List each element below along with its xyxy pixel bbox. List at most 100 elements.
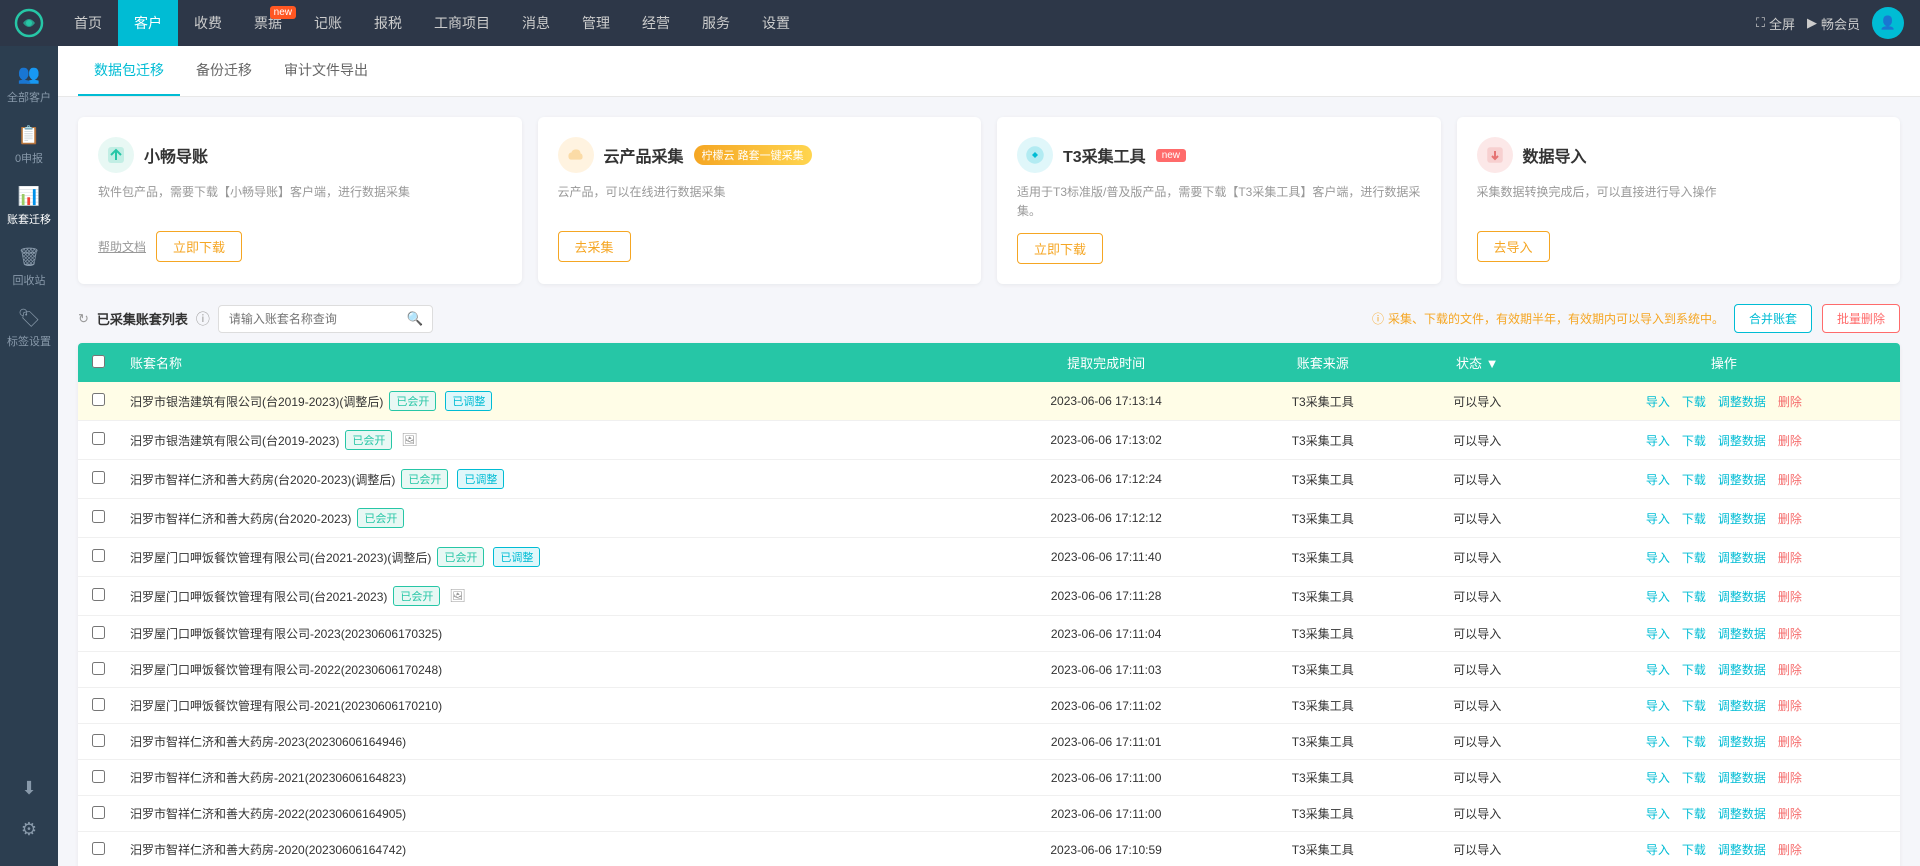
download-action[interactable]: 下载 xyxy=(1682,588,1706,605)
sidebar-item-tags[interactable]: 🏷 标签设置 xyxy=(0,298,58,359)
download-action[interactable]: 下载 xyxy=(1682,661,1706,678)
row-checkbox[interactable] xyxy=(92,734,105,747)
fullscreen-button[interactable]: ⛶ 全屏 xyxy=(1756,14,1795,33)
merge-btn[interactable]: 合并账套 xyxy=(1734,304,1812,333)
row-checkbox[interactable] xyxy=(92,510,105,523)
row-checkbox[interactable] xyxy=(92,626,105,639)
delete-action[interactable]: 删除 xyxy=(1778,625,1802,642)
row-checkbox[interactable] xyxy=(92,698,105,711)
import-action[interactable]: 导入 xyxy=(1646,661,1670,678)
delete-action[interactable]: 删除 xyxy=(1778,549,1802,566)
batch-delete-btn[interactable]: 批量删除 xyxy=(1822,304,1900,333)
t3-download-btn[interactable]: 立即下载 xyxy=(1017,233,1103,264)
nav-invoice[interactable]: 票据new xyxy=(238,0,298,46)
nav-business[interactable]: 工商项目 xyxy=(418,0,506,46)
row-checkbox[interactable] xyxy=(92,471,105,484)
delete-action[interactable]: 删除 xyxy=(1778,697,1802,714)
adjust-action[interactable]: 调整数据 xyxy=(1718,841,1766,858)
import-go-btn[interactable]: 去导入 xyxy=(1477,231,1550,262)
adjust-action[interactable]: 调整数据 xyxy=(1718,588,1766,605)
refresh-icon[interactable]: ↻ xyxy=(78,311,89,327)
member-button[interactable]: ▶ 畅会员 xyxy=(1807,14,1860,33)
download-action[interactable]: 下载 xyxy=(1682,510,1706,527)
row-checkbox[interactable] xyxy=(92,393,105,406)
adjust-action[interactable]: 调整数据 xyxy=(1718,769,1766,786)
delete-action[interactable]: 删除 xyxy=(1778,432,1802,449)
tab-audit-export[interactable]: 审计文件导出 xyxy=(268,46,384,96)
sidebar-download[interactable]: ⬇ xyxy=(21,768,37,809)
download-action[interactable]: 下载 xyxy=(1682,432,1706,449)
import-action[interactable]: 导入 xyxy=(1646,471,1670,488)
adjust-action[interactable]: 调整数据 xyxy=(1718,733,1766,750)
import-action[interactable]: 导入 xyxy=(1646,432,1670,449)
nav-home[interactable]: 首页 xyxy=(58,0,118,46)
col-status[interactable]: 状态 ▼ xyxy=(1407,343,1548,382)
select-all-checkbox[interactable] xyxy=(92,355,105,368)
search-button[interactable]: 🔍 xyxy=(399,306,432,332)
download-action[interactable]: 下载 xyxy=(1682,393,1706,410)
download-action[interactable]: 下载 xyxy=(1682,733,1706,750)
xiaochange-download-btn[interactable]: 立即下载 xyxy=(156,231,242,262)
adjust-action[interactable]: 调整数据 xyxy=(1718,625,1766,642)
delete-action[interactable]: 删除 xyxy=(1778,841,1802,858)
nav-tax[interactable]: 报税 xyxy=(358,0,418,46)
sidebar-user-settings[interactable]: ⚙ xyxy=(21,809,37,850)
download-action[interactable]: 下载 xyxy=(1682,769,1706,786)
import-action[interactable]: 导入 xyxy=(1646,697,1670,714)
nav-accounting[interactable]: 记账 xyxy=(298,0,358,46)
download-action[interactable]: 下载 xyxy=(1682,471,1706,488)
adjust-action[interactable]: 调整数据 xyxy=(1718,549,1766,566)
adjust-action[interactable]: 调整数据 xyxy=(1718,697,1766,714)
sidebar-item-recycle[interactable]: 🗑 回收站 xyxy=(0,237,58,298)
delete-action[interactable]: 删除 xyxy=(1778,805,1802,822)
row-checkbox[interactable] xyxy=(92,662,105,675)
download-action[interactable]: 下载 xyxy=(1682,697,1706,714)
row-checkbox[interactable] xyxy=(92,549,105,562)
import-action[interactable]: 导入 xyxy=(1646,510,1670,527)
adjust-action[interactable]: 调整数据 xyxy=(1718,661,1766,678)
col-checkbox[interactable] xyxy=(78,343,118,382)
nav-operation[interactable]: 经营 xyxy=(626,0,686,46)
nav-service[interactable]: 服务 xyxy=(686,0,746,46)
download-action[interactable]: 下载 xyxy=(1682,805,1706,822)
delete-action[interactable]: 删除 xyxy=(1778,661,1802,678)
download-action[interactable]: 下载 xyxy=(1682,841,1706,858)
delete-action[interactable]: 删除 xyxy=(1778,769,1802,786)
help-icon[interactable]: ⓘ xyxy=(196,309,210,329)
import-action[interactable]: 导入 xyxy=(1646,625,1670,642)
search-input[interactable] xyxy=(219,307,399,331)
nav-billing[interactable]: 收费 xyxy=(178,0,238,46)
adjust-action[interactable]: 调整数据 xyxy=(1718,471,1766,488)
delete-action[interactable]: 删除 xyxy=(1778,393,1802,410)
download-action[interactable]: 下载 xyxy=(1682,549,1706,566)
delete-action[interactable]: 删除 xyxy=(1778,471,1802,488)
row-checkbox[interactable] xyxy=(92,770,105,783)
import-action[interactable]: 导入 xyxy=(1646,733,1670,750)
avatar[interactable]: 👤 xyxy=(1872,7,1904,39)
row-checkbox[interactable] xyxy=(92,806,105,819)
adjust-action[interactable]: 调整数据 xyxy=(1718,432,1766,449)
delete-action[interactable]: 删除 xyxy=(1778,733,1802,750)
cloud-collect-btn[interactable]: 去采集 xyxy=(558,231,631,262)
tab-backup-migration[interactable]: 备份迁移 xyxy=(180,46,268,96)
row-checkbox[interactable] xyxy=(92,432,105,445)
tab-data-migration[interactable]: 数据包迁移 xyxy=(78,46,180,96)
import-action[interactable]: 导入 xyxy=(1646,769,1670,786)
row-checkbox[interactable] xyxy=(92,588,105,601)
delete-action[interactable]: 删除 xyxy=(1778,510,1802,527)
nav-settings[interactable]: 设置 xyxy=(746,0,806,46)
adjust-action[interactable]: 调整数据 xyxy=(1718,393,1766,410)
sidebar-item-migration[interactable]: 📊 账套迁移 xyxy=(0,176,58,237)
import-action[interactable]: 导入 xyxy=(1646,549,1670,566)
sidebar-item-declaration[interactable]: 📋 0申报 xyxy=(0,115,58,176)
nav-management[interactable]: 管理 xyxy=(566,0,626,46)
nav-message[interactable]: 消息 xyxy=(506,0,566,46)
import-action[interactable]: 导入 xyxy=(1646,841,1670,858)
import-action[interactable]: 导入 xyxy=(1646,805,1670,822)
download-action[interactable]: 下载 xyxy=(1682,625,1706,642)
delete-action[interactable]: 删除 xyxy=(1778,588,1802,605)
import-action[interactable]: 导入 xyxy=(1646,588,1670,605)
adjust-action[interactable]: 调整数据 xyxy=(1718,510,1766,527)
import-action[interactable]: 导入 xyxy=(1646,393,1670,410)
xiaochange-help-link[interactable]: 帮助文档 xyxy=(98,238,146,255)
